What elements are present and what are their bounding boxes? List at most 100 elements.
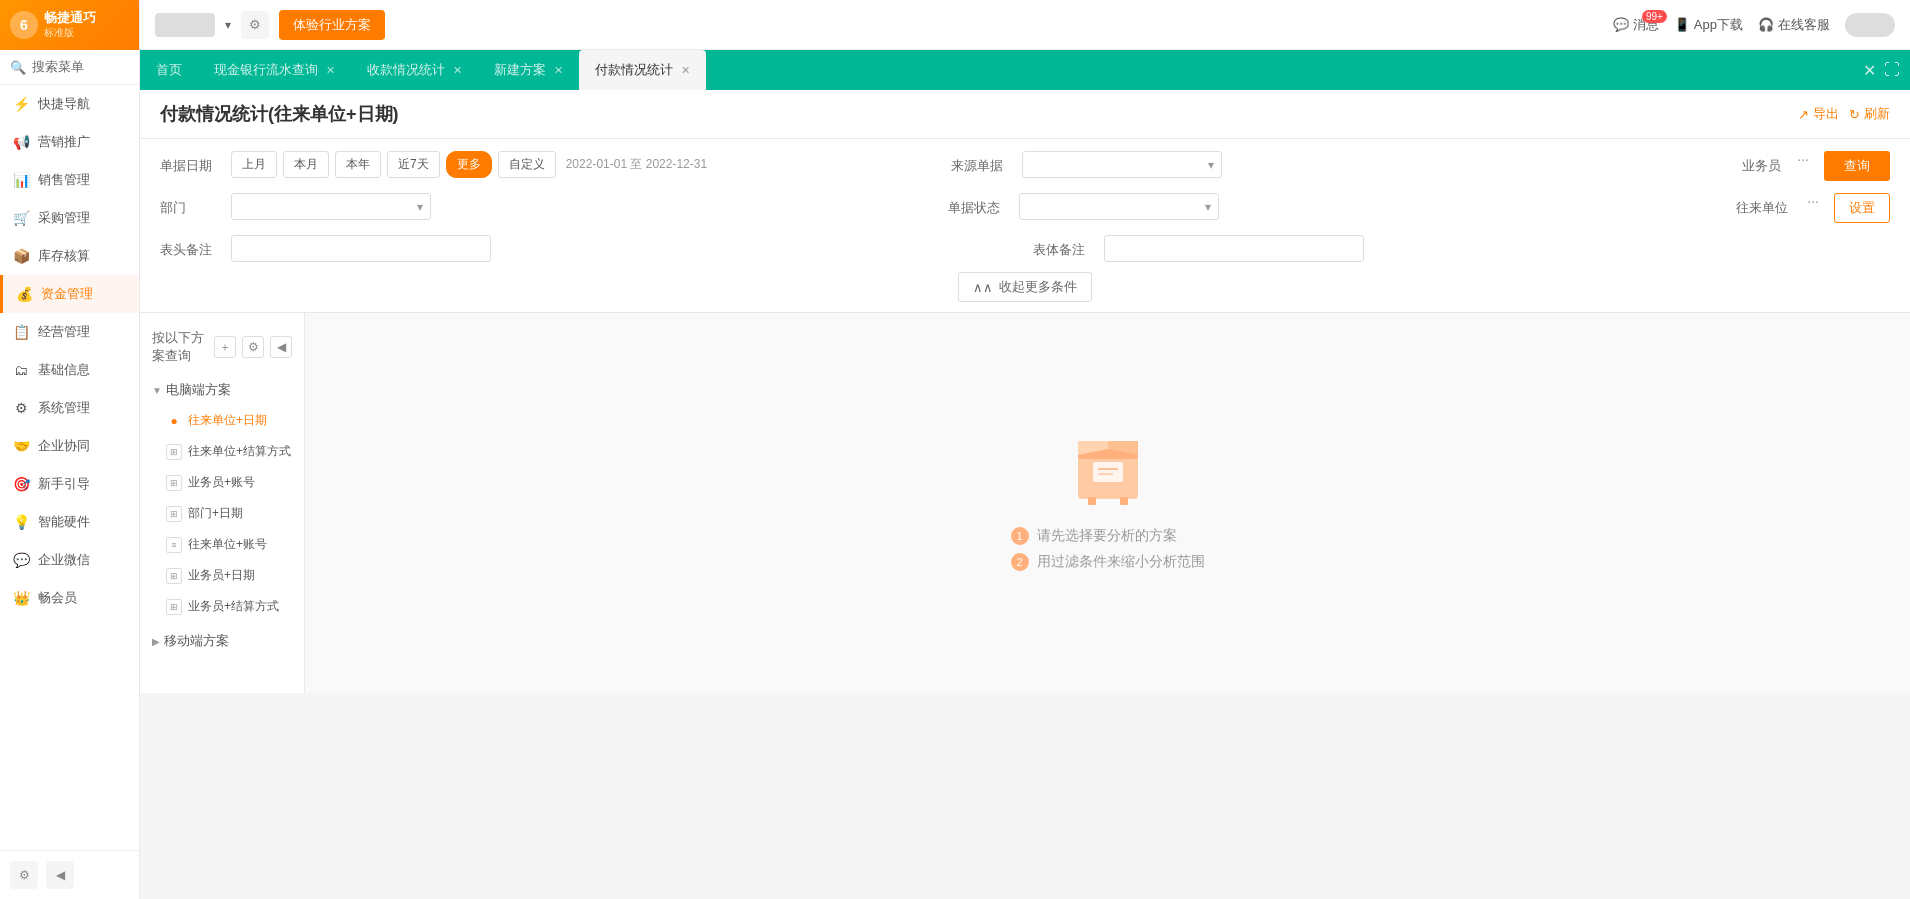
sidebar-item-system[interactable]: ⚙ 系统管理: [0, 389, 139, 427]
tab-payment-stats[interactable]: 付款情况统计 ✕: [579, 50, 706, 90]
header-left: ▾ ⚙ 体验行业方案: [155, 10, 385, 40]
body-note-input[interactable]: [1104, 235, 1364, 262]
counterpart-more-btn[interactable]: ···: [1807, 193, 1819, 209]
panel-item-label: 业务员+账号: [188, 474, 255, 491]
salesperson-more-btn[interactable]: ···: [1797, 151, 1809, 167]
sidebar-item-marketing[interactable]: 📢 营销推广: [0, 123, 139, 161]
sidebar-item-operation[interactable]: 📋 经营管理: [0, 313, 139, 351]
section-arrow-icon: ▶: [152, 636, 160, 647]
salesperson-label: 业务员: [1742, 151, 1782, 175]
empty-text: 1 请先选择要分析的方案 2 用过滤条件来缩小分析范围: [1011, 527, 1205, 579]
sidebar-item-inventory[interactable]: 📦 库存核算: [0, 237, 139, 275]
grid-icon: ⊞: [166, 475, 182, 491]
search-menu[interactable]: 🔍 搜索菜单: [0, 50, 139, 85]
date-filter-content: 上月 本月 本年 近7天 更多 自定义 2022-01-01 至 2022-12…: [231, 151, 936, 178]
service-btn[interactable]: 🎧 在线客服: [1758, 16, 1830, 34]
date-btn-this-year[interactable]: 本年: [335, 151, 381, 178]
guide-icon: 🎯: [12, 475, 30, 493]
tab-new-plan[interactable]: 新建方案 ✕: [478, 50, 579, 90]
sidebar-item-guide[interactable]: 🎯 新手引导: [0, 465, 139, 503]
doc-status-select[interactable]: [1019, 193, 1219, 220]
tab-close-icon[interactable]: ✕: [453, 64, 462, 77]
sidebar-item-wechat[interactable]: 💬 企业微信: [0, 541, 139, 579]
right-main: 1 请先选择要分析的方案 2 用过滤条件来缩小分析范围: [305, 313, 1910, 693]
collapse-sidebar-btn[interactable]: ◀: [46, 861, 74, 889]
counterpart-content: ···: [1807, 193, 1819, 209]
sidebar-item-quick-nav[interactable]: ⚡ 快捷导航: [0, 85, 139, 123]
gear-btn[interactable]: ⚙: [241, 11, 269, 39]
sidebar-item-member[interactable]: 👑 畅会员: [0, 579, 139, 617]
date-btn-last-month[interactable]: 上月: [231, 151, 277, 178]
sidebar-item-label: 快捷导航: [38, 95, 90, 113]
panel-item-counterpart-account[interactable]: ≡ 往来单位+账号: [140, 529, 304, 560]
date-btn-more[interactable]: 更多: [446, 151, 492, 178]
panel-item-dept-date[interactable]: ⊞ 部门+日期: [140, 498, 304, 529]
date-btn-custom[interactable]: 自定义: [498, 151, 556, 178]
sidebar-item-company[interactable]: 🤝 企业协同: [0, 427, 139, 465]
date-btn-this-month[interactable]: 本月: [283, 151, 329, 178]
notice-icon: 💬: [1613, 17, 1629, 32]
tab-close-icon[interactable]: ✕: [326, 64, 335, 77]
content-area: 按以下方案查询 ＋ ⚙ ◀ ▼ 电脑端方案 ● 往来单位+日期: [140, 313, 1910, 693]
body-note-label: 表体备注: [1033, 235, 1089, 259]
tab-home[interactable]: 首页: [140, 50, 198, 90]
desktop-section-title[interactable]: ▼ 电脑端方案: [140, 375, 304, 405]
sidebar-item-label: 畅会员: [38, 589, 77, 607]
tab-home-label: 首页: [156, 61, 182, 79]
sidebar-item-label: 基础信息: [38, 361, 90, 379]
app-download-btn[interactable]: 📱 App下载: [1674, 16, 1743, 34]
settings-btn[interactable]: 设置: [1834, 193, 1890, 223]
panel-item-salesperson-account[interactable]: ⊞ 业务员+账号: [140, 467, 304, 498]
source-select[interactable]: [1022, 151, 1222, 178]
export-label: 导出: [1813, 105, 1839, 123]
sidebar-item-hardware[interactable]: 💡 智能硬件: [0, 503, 139, 541]
notice-btn[interactable]: 💬 消息 99+: [1613, 16, 1659, 34]
page-content: 付款情况统计(往来单位+日期) ↗ 导出 ↻ 刷新 单据日期 上月: [140, 90, 1910, 899]
panel-item-salesperson-date[interactable]: ⊞ 业务员+日期: [140, 560, 304, 591]
panel-item-counterpart-date[interactable]: ● 往来单位+日期: [140, 405, 304, 436]
source-select-wrapper: [1022, 151, 1222, 178]
active-dot-icon: ●: [166, 413, 182, 429]
step1-num: 1: [1011, 527, 1029, 545]
query-btn[interactable]: 查询: [1824, 151, 1890, 181]
settings-btn[interactable]: ⚙: [10, 861, 38, 889]
export-btn[interactable]: ↗ 导出: [1798, 105, 1839, 123]
panel-add-btn[interactable]: ＋: [214, 336, 236, 358]
tab-close-icon[interactable]: ✕: [554, 64, 563, 77]
sidebar-item-basic[interactable]: 🗂 基础信息: [0, 351, 139, 389]
close-all-tabs-btn[interactable]: ✕: [1863, 61, 1876, 80]
refresh-btn[interactable]: ↻ 刷新: [1849, 105, 1890, 123]
header-dropdown[interactable]: ▾: [225, 18, 231, 32]
tab-receipt-stats[interactable]: 收款情况统计 ✕: [351, 50, 478, 90]
filter-row-2: 部门 单据状态: [160, 193, 1890, 223]
tab-cash-flow[interactable]: 现金银行流水查询 ✕: [198, 50, 351, 90]
panel-title: 按以下方案查询: [152, 329, 214, 365]
panel-item-counterpart-settle[interactable]: ⊞ 往来单位+结算方式: [140, 436, 304, 467]
panel-collapse-btn[interactable]: ◀: [270, 336, 292, 358]
empty-icon: [1058, 427, 1158, 507]
system-icon: ⚙: [12, 399, 30, 417]
sidebar-item-label: 销售管理: [38, 171, 90, 189]
filter-section: 单据日期 上月 本月 本年 近7天 更多 自定义 2022-01-01 至 20…: [140, 139, 1910, 313]
date-btn-7days[interactable]: 近7天: [387, 151, 440, 178]
main-area: ▾ ⚙ 体验行业方案 💬 消息 99+ 📱 App下载 🎧 在线客服: [140, 0, 1910, 899]
tab-controls: ✕ ⛶: [1853, 61, 1910, 80]
header-note-input[interactable]: [231, 235, 491, 262]
sidebar-bottom: ⚙ ◀: [0, 850, 139, 899]
left-panel: 按以下方案查询 ＋ ⚙ ◀ ▼ 电脑端方案 ● 往来单位+日期: [140, 313, 305, 693]
collapse-more-btn[interactable]: ∧∧ 收起更多条件: [958, 272, 1092, 302]
search-icon: 🔍: [10, 60, 26, 75]
sidebar-item-sales[interactable]: 📊 销售管理: [0, 161, 139, 199]
sidebar-item-finance[interactable]: 💰 资金管理: [0, 275, 139, 313]
sidebar-item-label: 系统管理: [38, 399, 90, 417]
panel-settings-btn[interactable]: ⚙: [242, 336, 264, 358]
step2-text: 用过滤条件来缩小分析范围: [1037, 553, 1205, 571]
expand-tabs-btn[interactable]: ⛶: [1884, 61, 1900, 79]
sidebar-item-label: 库存核算: [38, 247, 90, 265]
trial-btn[interactable]: 体验行业方案: [279, 10, 385, 40]
sidebar-item-purchase[interactable]: 🛒 采购管理: [0, 199, 139, 237]
mobile-section-title[interactable]: ▶ 移动端方案: [140, 626, 304, 656]
dept-select[interactable]: [231, 193, 431, 220]
panel-item-salesperson-settle[interactable]: ⊞ 业务员+结算方式: [140, 591, 304, 622]
tab-close-icon[interactable]: ✕: [681, 64, 690, 77]
